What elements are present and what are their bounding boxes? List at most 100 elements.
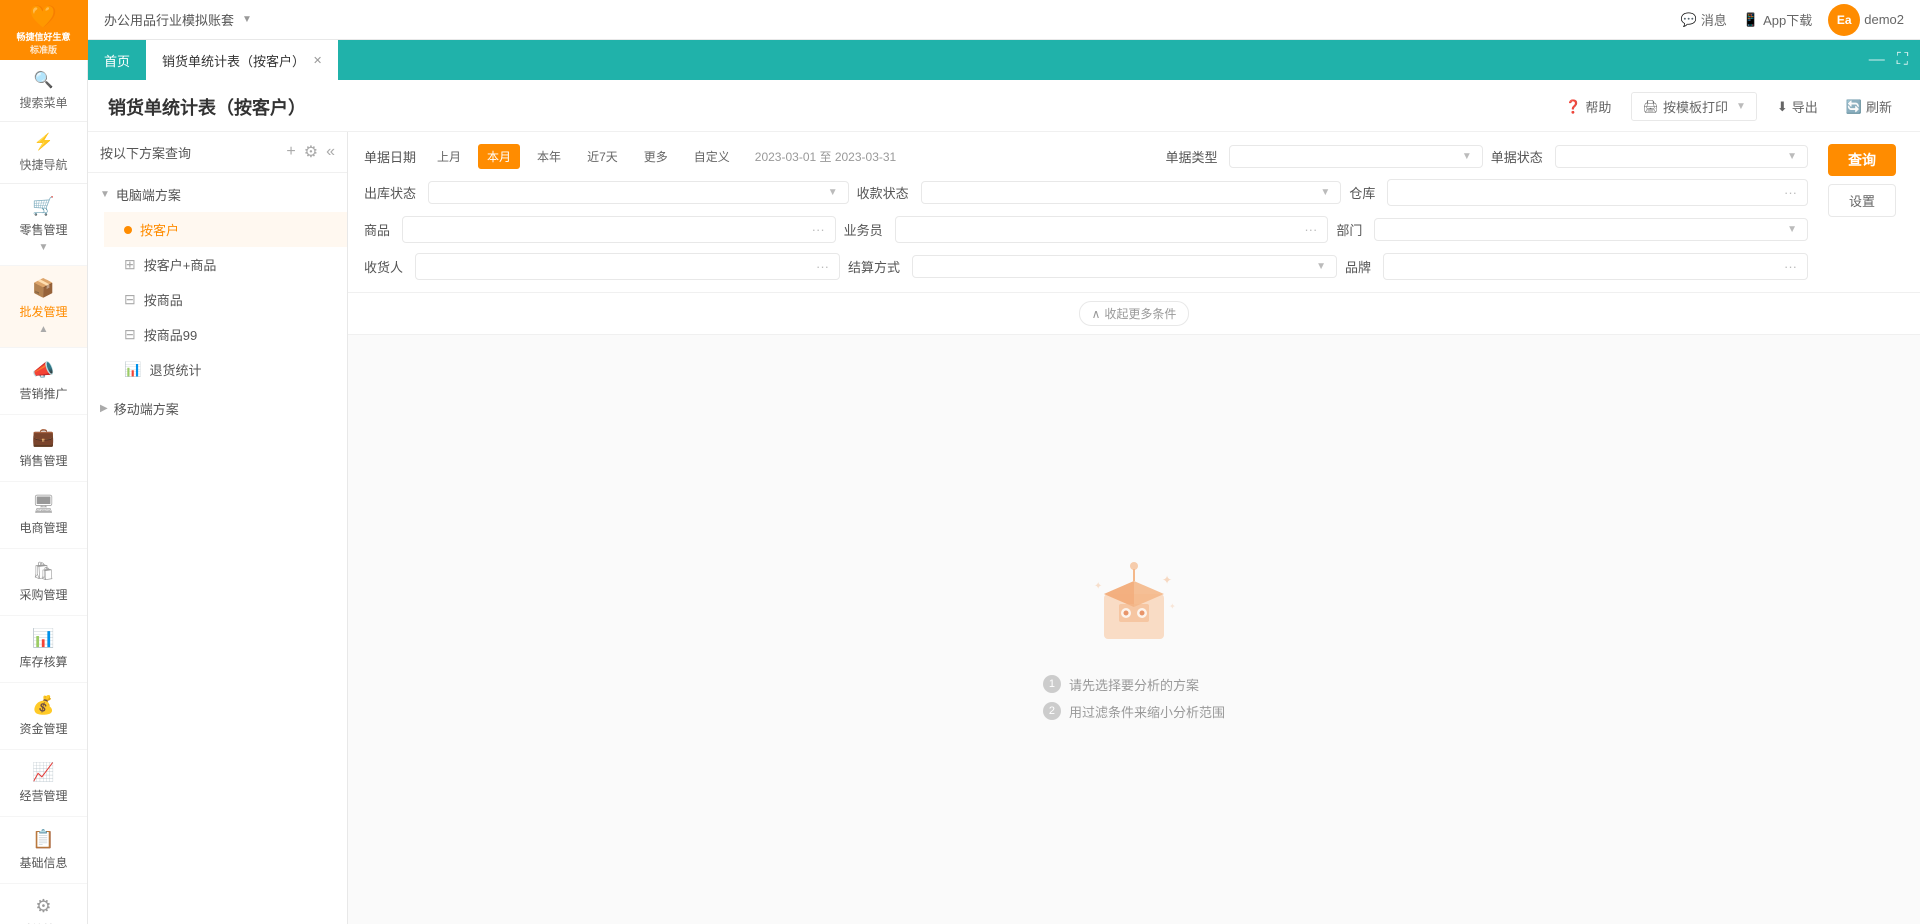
sidebar-item-finance[interactable]: 💰 资金管理	[0, 683, 87, 750]
app-download-button[interactable]: 📱 App下载	[1743, 10, 1812, 29]
more-options-icon[interactable]: ···	[1784, 259, 1797, 274]
active-dot	[124, 226, 132, 234]
tab-sales-stats[interactable]: 销货单统计表（按客户） ✕	[146, 40, 338, 80]
chevron-down-icon: ▼	[1462, 151, 1472, 162]
panel-header: 按以下方案查询 + ⚙ «	[88, 132, 347, 173]
page-title: 销货单统计表（按客户）	[108, 94, 306, 120]
app-download-label: App下载	[1763, 10, 1812, 29]
sidebar-item-marketing[interactable]: 📣 营销推广	[0, 348, 87, 415]
tab-home-label: 首页	[104, 51, 130, 70]
receipt-status-select[interactable]: ▼	[921, 181, 1342, 204]
sidebar-item-label: 销售管理	[19, 452, 67, 469]
message-icon: 💬	[1681, 12, 1697, 28]
sidebar-item-system[interactable]: ⚙ 系统管理	[0, 884, 87, 924]
empty-illustration: ✦ ✦ ✦	[1074, 539, 1194, 659]
refresh-button[interactable]: 🔄 刷新	[1838, 93, 1900, 120]
more-options-icon[interactable]: ···	[1304, 222, 1317, 237]
tab-home[interactable]: 首页	[88, 40, 146, 80]
print-button[interactable]: 🖨 按模板打印 ▼	[1631, 92, 1756, 121]
tree-parent-mobile[interactable]: ▶ 移动端方案	[88, 391, 347, 426]
maximize-icon[interactable]: ⛶	[1893, 47, 1912, 73]
sidebar-item-ecommerce[interactable]: 🖥 电商管理	[0, 482, 87, 549]
tab-sales-stats-label: 销货单统计表（按客户）	[162, 51, 305, 70]
date-last-month[interactable]: 上月	[428, 144, 470, 169]
empty-tip-1: 1 请先选择要分析的方案	[1043, 675, 1225, 694]
date-more[interactable]: 更多	[635, 144, 677, 169]
date-this-year[interactable]: 本年	[528, 144, 570, 169]
add-scheme-button[interactable]: +	[286, 143, 295, 161]
more-options-icon[interactable]: ···	[816, 259, 829, 274]
sidebar-item-business[interactable]: 📈 经营管理	[0, 750, 87, 817]
query-button[interactable]: 查询	[1828, 144, 1896, 176]
collapse-row: ∧ 收起更多条件	[348, 293, 1920, 335]
scheme-icon: ⊞	[124, 256, 136, 273]
recipient-select[interactable]: ···	[415, 253, 840, 280]
page-actions: ❓ 帮助 🖨 按模板打印 ▼ ⬇ 导出 🔄 刷新	[1557, 92, 1900, 121]
message-button[interactable]: 💬 消息	[1681, 10, 1727, 29]
brand-select[interactable]: ···	[1383, 253, 1808, 280]
settle-label: 结算方式	[848, 257, 904, 276]
tree-item-label: 按客户	[140, 220, 179, 239]
salesperson-select[interactable]: ···	[895, 216, 1329, 243]
more-options-icon[interactable]: ···	[812, 222, 825, 237]
tree-section: ▼ 电脑端方案 按客户 ⊞ 按客户+商品	[88, 173, 347, 924]
search-menu-item[interactable]: 🔍 搜索菜单	[0, 60, 87, 122]
industry-dropdown-icon[interactable]: ▼	[242, 14, 252, 25]
sidebar-item-retail[interactable]: 🛒 零售管理 ▼	[0, 184, 87, 266]
stock-out-select[interactable]: ▼	[428, 181, 849, 204]
tree-item-by-customer-goods[interactable]: ⊞ 按客户+商品	[104, 247, 347, 282]
warehouse-select[interactable]: ···	[1387, 179, 1808, 206]
user-profile[interactable]: Ea demo2	[1828, 4, 1904, 36]
content-area: 销货单统计表（按客户） ❓ 帮助 🖨 按模板打印 ▼ ⬇ 导出	[88, 80, 1920, 924]
message-label: 消息	[1701, 10, 1727, 29]
app-logo: 🧡 畅捷信好生意 标准版	[0, 0, 88, 60]
bill-status-select[interactable]: ▼	[1555, 145, 1808, 168]
tip-num-1: 1	[1043, 675, 1061, 693]
sidebar-item-sales[interactable]: 💼 销售管理	[0, 415, 87, 482]
collapse-button[interactable]: ∧ 收起更多条件	[1079, 301, 1190, 326]
inventory-icon: 📊	[32, 628, 54, 649]
settings-scheme-icon[interactable]: ⚙	[304, 142, 318, 162]
date-7days[interactable]: 近7天	[578, 144, 627, 169]
department-select[interactable]: ▼	[1374, 218, 1808, 241]
tree-children-desktop: 按客户 ⊞ 按客户+商品 ⊟ 按商品	[88, 212, 347, 387]
goods-select[interactable]: ···	[402, 216, 836, 243]
date-this-month[interactable]: 本月	[478, 144, 520, 169]
sidebar-item-wholesale[interactable]: 📦 批发管理 ▲	[0, 266, 87, 348]
tip-num-2: 2	[1043, 702, 1061, 720]
tree-item-return-stats[interactable]: 📊 退货统计	[104, 352, 347, 387]
quick-nav-item[interactable]: ⚡ 快捷导航	[0, 122, 87, 184]
export-button[interactable]: ⬇ 导出	[1769, 93, 1826, 120]
settle-select[interactable]: ▼	[912, 255, 1337, 278]
date-custom[interactable]: 自定义	[685, 144, 739, 169]
sidebar-item-basic[interactable]: 📋 基础信息	[0, 817, 87, 884]
sidebar-item-label: 零售管理	[19, 221, 67, 238]
search-icon: 🔍	[34, 70, 54, 90]
chevron-down-icon: ▼	[1316, 261, 1326, 272]
quick-nav-label: 快捷导航	[19, 156, 67, 173]
sidebar-item-purchase[interactable]: 🛍 采购管理	[0, 549, 87, 616]
sidebar-item-inventory[interactable]: 📊 库存核算	[0, 616, 87, 683]
bill-type-select[interactable]: ▼	[1229, 145, 1482, 168]
help-button[interactable]: ❓ 帮助	[1557, 93, 1619, 120]
date-range-text: 2023-03-01 至 2023-03-31	[755, 148, 896, 165]
collapse-panel-icon[interactable]: «	[326, 143, 335, 161]
tree-item-label: 按商品	[144, 290, 183, 309]
tree-item-by-goods[interactable]: ⊟ 按商品	[104, 282, 347, 317]
minimize-icon[interactable]: —	[1865, 47, 1889, 73]
export-label: 导出	[1792, 97, 1818, 116]
filter-area: 单据日期 上月 本月 本年 近7天 更多 自定义 2023-03-01 至 20…	[348, 132, 1920, 293]
left-panel: 按以下方案查询 + ⚙ « ▼ 电脑端方案	[88, 132, 348, 924]
panel-title: 按以下方案查询	[100, 143, 191, 162]
tree-group-desktop: ▼ 电脑端方案 按客户 ⊞ 按客户+商品	[88, 177, 347, 387]
tree-item-by-customer[interactable]: 按客户	[104, 212, 347, 247]
more-options-icon[interactable]: ···	[1784, 185, 1797, 200]
tree-item-by-goods99[interactable]: ⊟ 按商品99	[104, 317, 347, 352]
goods-label: 商品	[364, 220, 394, 239]
print-dropdown-icon[interactable]: ▼	[1736, 101, 1746, 112]
settings-button[interactable]: 设置	[1828, 184, 1896, 217]
main-area: 办公用品行业模拟账套 ▼ 💬 消息 📱 App下载 Ea demo2 首页	[88, 0, 1920, 924]
chevron-up-icon: ▲	[39, 324, 49, 335]
close-tab-icon[interactable]: ✕	[313, 54, 322, 67]
tree-parent-desktop[interactable]: ▼ 电脑端方案	[88, 177, 347, 212]
